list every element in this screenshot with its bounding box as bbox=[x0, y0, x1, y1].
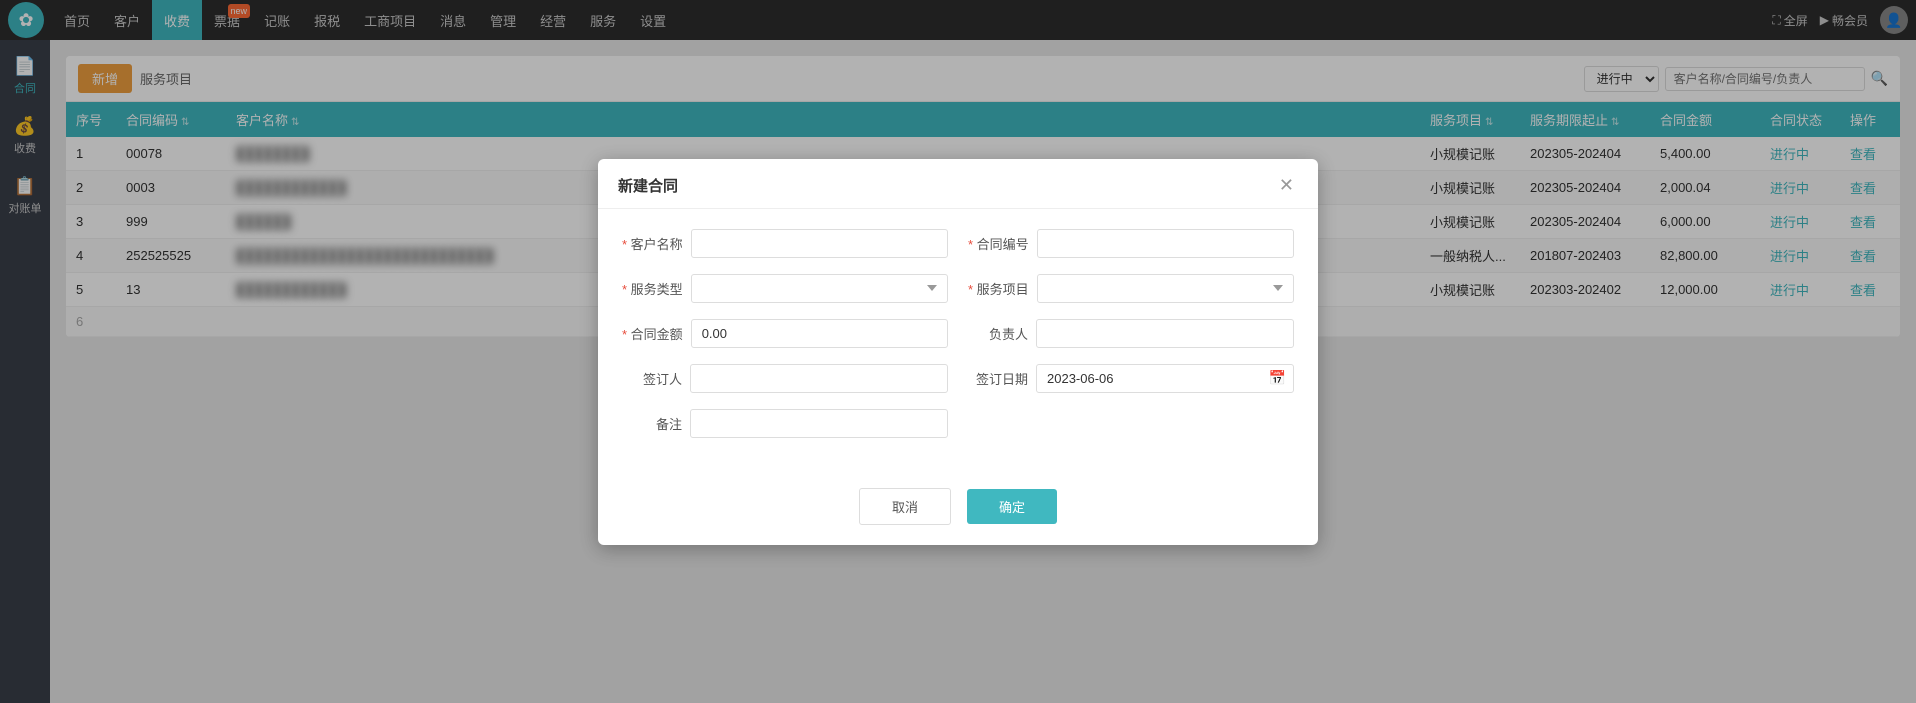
amount-input[interactable] bbox=[691, 319, 948, 348]
service-type-label: 服务类型 bbox=[622, 279, 683, 298]
modal-close-button[interactable]: ✕ bbox=[1275, 176, 1298, 194]
remark-label: 备注 bbox=[622, 414, 682, 433]
modal-title: 新建合同 bbox=[618, 175, 678, 196]
sign-date-input[interactable] bbox=[1036, 364, 1294, 393]
service-item-select-wrapper bbox=[1037, 274, 1294, 303]
form-group-remark: 备注 bbox=[622, 409, 948, 438]
calendar-icon[interactable]: 📅 bbox=[1269, 370, 1286, 387]
service-item-label: 服务项目 bbox=[968, 279, 1029, 298]
new-contract-modal: 新建合同 ✕ 客户名称 合同编号 bbox=[598, 159, 1318, 545]
form-group-signer: 签订人 bbox=[622, 364, 948, 393]
signer-label: 签订人 bbox=[622, 369, 682, 388]
form-group-customer: 客户名称 bbox=[622, 229, 948, 258]
contract-no-input[interactable] bbox=[1037, 229, 1294, 258]
form-row-5: 备注 bbox=[622, 409, 1294, 438]
amount-label: 合同金额 bbox=[622, 324, 683, 343]
modal-body: 客户名称 合同编号 服务类型 bbox=[598, 209, 1318, 474]
service-type-select[interactable] bbox=[691, 274, 948, 303]
form-row-4: 签订人 签订日期 📅 bbox=[622, 364, 1294, 393]
service-item-select[interactable] bbox=[1037, 274, 1294, 303]
sign-date-label: 签订日期 bbox=[968, 369, 1028, 388]
form-row-3: 合同金额 负责人 bbox=[622, 319, 1294, 348]
form-row-2: 服务类型 服务项目 bbox=[622, 274, 1294, 303]
content-area: 新增 服务项目 进行中 已完成 已停止 🔍 序号 合同编 bbox=[50, 40, 1916, 703]
spacer bbox=[968, 409, 1294, 438]
customer-name-input[interactable] bbox=[691, 229, 948, 258]
form-group-contract-no: 合同编号 bbox=[968, 229, 1294, 258]
form-group-sign-date: 签订日期 📅 bbox=[968, 364, 1294, 393]
form-group-responsible: 负责人 bbox=[968, 319, 1294, 348]
customer-label: 客户名称 bbox=[622, 234, 683, 253]
form-row-1: 客户名称 合同编号 bbox=[622, 229, 1294, 258]
modal-footer: 取消 确定 bbox=[598, 474, 1318, 545]
contract-no-label: 合同编号 bbox=[968, 234, 1029, 253]
responsible-input[interactable] bbox=[1036, 319, 1294, 348]
form-group-service-item: 服务项目 bbox=[968, 274, 1294, 303]
sign-date-wrapper: 📅 bbox=[1036, 364, 1294, 393]
main-layout: 📄 合同 💰 收费 📋 对账单 新增 服务项目 进行中 已完成 已停止 bbox=[0, 40, 1916, 703]
form-group-service-type: 服务类型 bbox=[622, 274, 948, 303]
cancel-button[interactable]: 取消 bbox=[859, 488, 951, 525]
service-type-select-wrapper bbox=[691, 274, 948, 303]
form-group-amount: 合同金额 bbox=[622, 319, 948, 348]
remark-input[interactable] bbox=[690, 409, 948, 438]
modal-header: 新建合同 ✕ bbox=[598, 159, 1318, 209]
confirm-button[interactable]: 确定 bbox=[967, 489, 1057, 524]
modal-overlay: 新建合同 ✕ 客户名称 合同编号 bbox=[50, 40, 1916, 703]
responsible-label: 负责人 bbox=[968, 324, 1028, 343]
signer-input[interactable] bbox=[690, 364, 948, 393]
